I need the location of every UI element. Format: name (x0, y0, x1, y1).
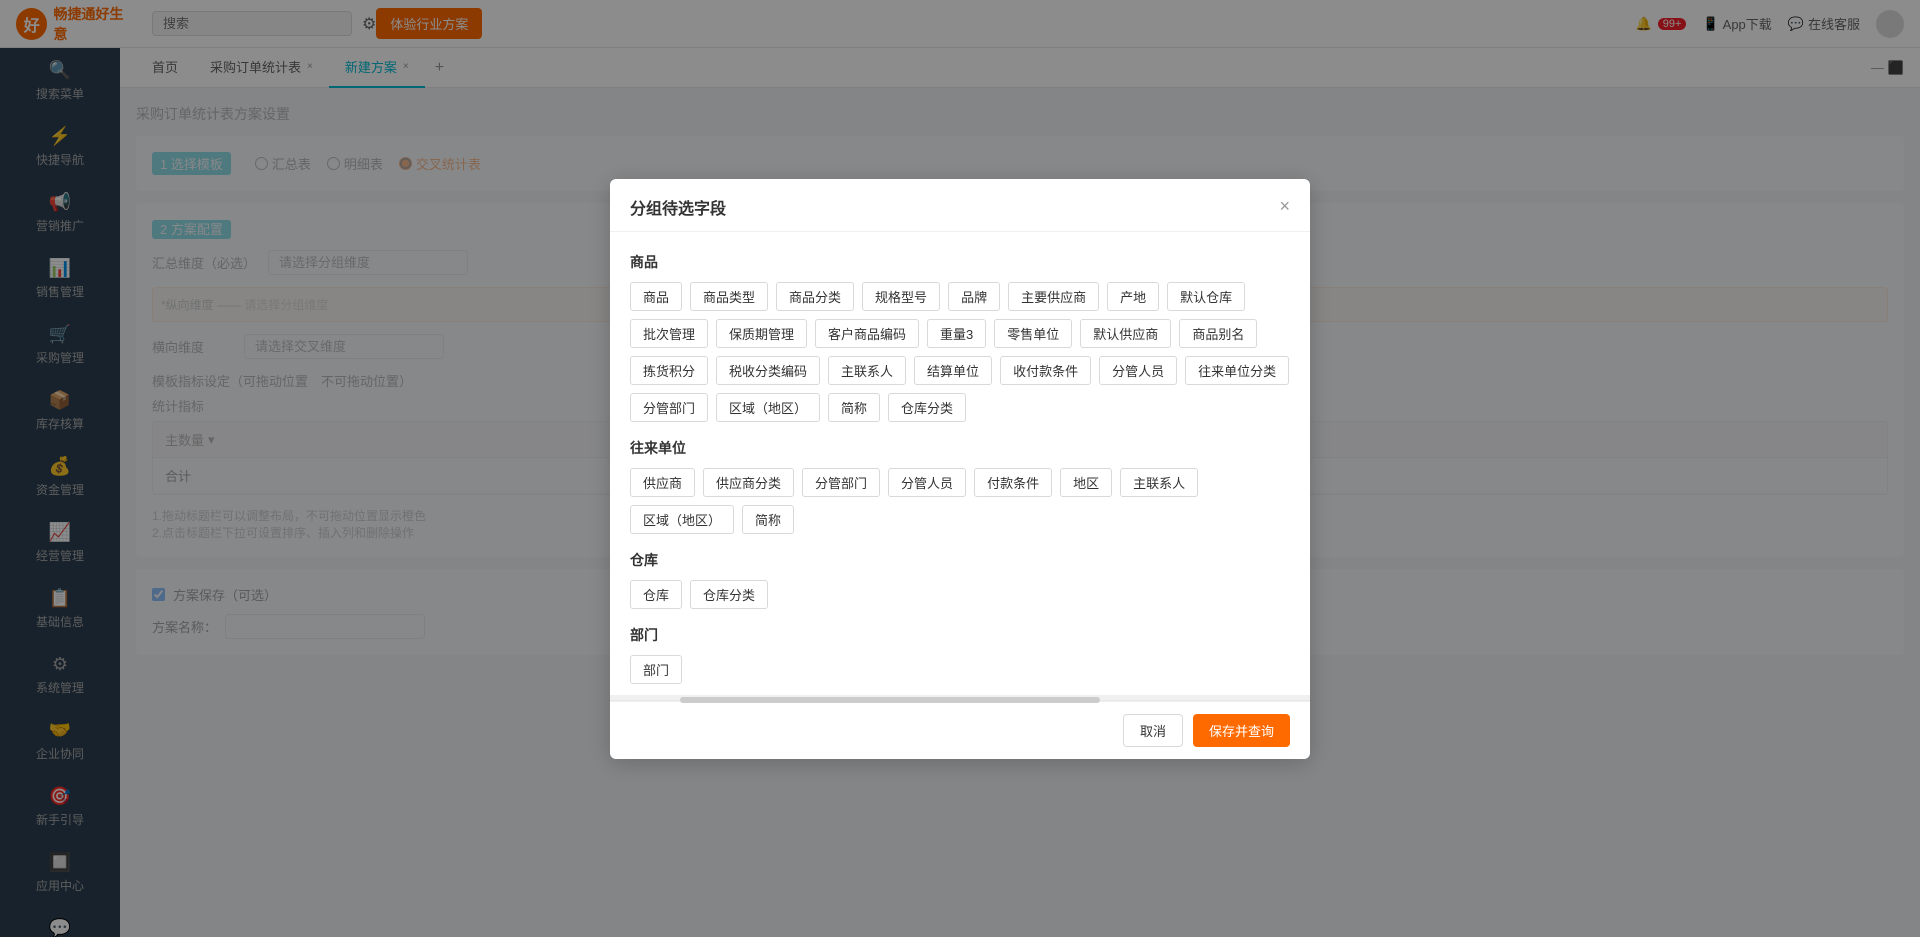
field-tag[interactable]: 仓库分类 (690, 580, 768, 609)
field-tag[interactable]: 分管人员 (1099, 356, 1177, 385)
field-tag[interactable]: 保质期管理 (716, 319, 807, 348)
field-tag[interactable]: 规格型号 (862, 282, 940, 311)
modal-cancel-btn[interactable]: 取消 (1123, 714, 1183, 747)
field-tag[interactable]: 仓库 (630, 580, 682, 609)
field-tag[interactable]: 客户商品编码 (815, 319, 919, 348)
field-tag[interactable]: 收付款条件 (1000, 356, 1091, 385)
field-grid-partners: 供应商 供应商分类 分管部门 分管人员 付款条件 地区 主联系人 区域（地区） … (630, 468, 1290, 534)
field-tag[interactable]: 分管部门 (802, 468, 880, 497)
hscroll-thumb[interactable] (680, 697, 1100, 703)
field-tag[interactable]: 区域（地区） (630, 505, 734, 534)
modal-overlay: 分组待选字段 × 商品 商品 商品类型 商品分类 规格型号 品牌 主要供应商 产… (0, 0, 1920, 937)
modal-save-btn[interactable]: 保存并查询 (1193, 714, 1290, 747)
field-grid-warehouse: 仓库 仓库分类 (630, 580, 1290, 609)
section-title-partners: 往来单位 (630, 438, 1290, 458)
field-tag[interactable]: 结算单位 (914, 356, 992, 385)
modal-body[interactable]: 商品 商品 商品类型 商品分类 规格型号 品牌 主要供应商 产地 默认仓库 批次… (610, 232, 1310, 695)
field-tag[interactable]: 分管人员 (888, 468, 966, 497)
field-tag[interactable]: 主联系人 (1120, 468, 1198, 497)
field-tag[interactable]: 重量3 (927, 319, 986, 348)
field-tag[interactable]: 批次管理 (630, 319, 708, 348)
field-tag[interactable]: 默认供应商 (1080, 319, 1171, 348)
field-tag[interactable]: 商品分类 (776, 282, 854, 311)
field-tag[interactable]: 商品类型 (690, 282, 768, 311)
field-tag[interactable]: 付款条件 (974, 468, 1052, 497)
field-tag[interactable]: 产地 (1107, 282, 1159, 311)
field-tag[interactable]: 零售单位 (994, 319, 1072, 348)
field-tag[interactable]: 拣货积分 (630, 356, 708, 385)
field-tag[interactable]: 默认仓库 (1167, 282, 1245, 311)
field-tag[interactable]: 简称 (828, 393, 880, 422)
modal-dialog: 分组待选字段 × 商品 商品 商品类型 商品分类 规格型号 品牌 主要供应商 产… (610, 179, 1310, 759)
modal-footer: 取消 保存并查询 (610, 701, 1310, 759)
field-tag[interactable]: 供应商分类 (703, 468, 794, 497)
field-tag[interactable]: 分管部门 (630, 393, 708, 422)
field-tag[interactable]: 地区 (1060, 468, 1112, 497)
section-title-goods: 商品 (630, 252, 1290, 272)
field-tag[interactable]: 往来单位分类 (1185, 356, 1289, 385)
field-tag[interactable]: 品牌 (948, 282, 1000, 311)
field-tag[interactable]: 主要供应商 (1008, 282, 1099, 311)
modal-title: 分组待选字段 (630, 195, 726, 219)
field-grid-goods: 商品 商品类型 商品分类 规格型号 品牌 主要供应商 产地 默认仓库 批次管理 … (630, 282, 1290, 422)
section-title-warehouse: 仓库 (630, 550, 1290, 570)
field-tag[interactable]: 部门 (630, 655, 682, 684)
field-tag[interactable]: 供应商 (630, 468, 695, 497)
field-tag[interactable]: 商品别名 (1179, 319, 1257, 348)
modal-close-btn[interactable]: × (1279, 196, 1290, 217)
field-tag[interactable]: 仓库分类 (888, 393, 966, 422)
modal-header: 分组待选字段 × (610, 179, 1310, 232)
field-grid-dept: 部门 (630, 655, 1290, 684)
section-title-dept: 部门 (630, 625, 1290, 645)
field-tag[interactable]: 简称 (742, 505, 794, 534)
field-tag[interactable]: 区域（地区） (716, 393, 820, 422)
modal-hscroll[interactable] (610, 695, 1310, 701)
field-tag[interactable]: 商品 (630, 282, 682, 311)
field-tag[interactable]: 主联系人 (828, 356, 906, 385)
field-tag[interactable]: 税收分类编码 (716, 356, 820, 385)
